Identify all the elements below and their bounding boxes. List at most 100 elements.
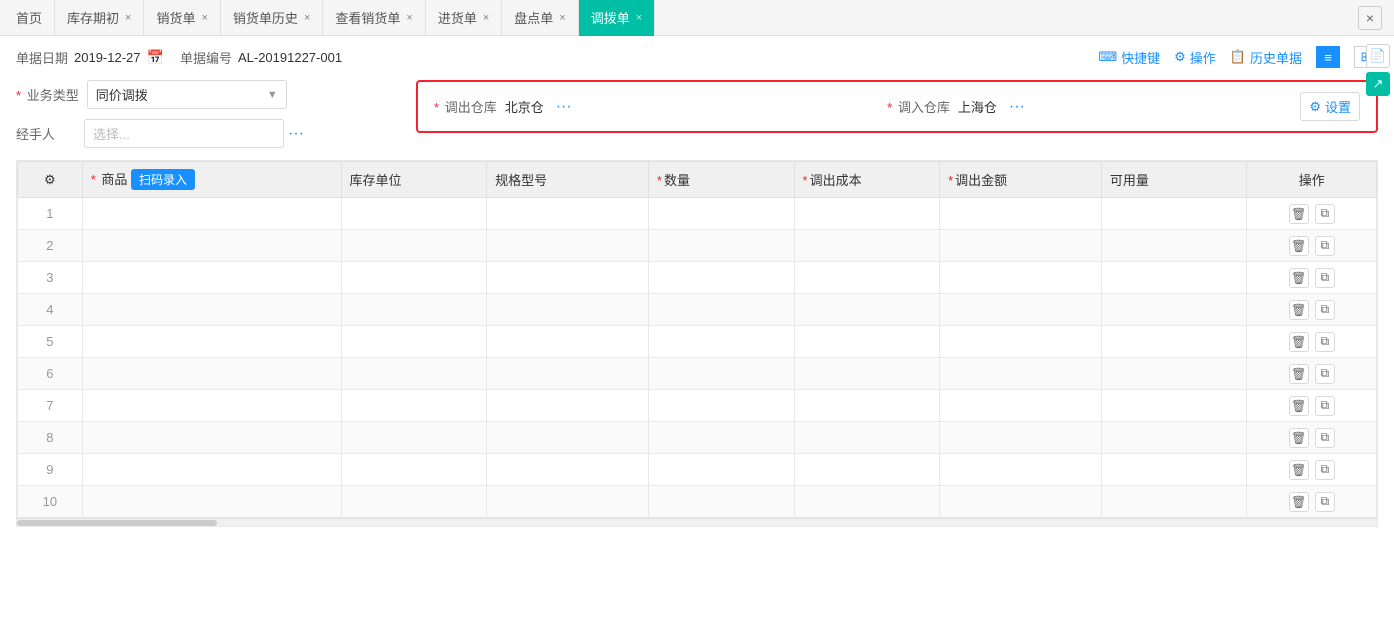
table-cell[interactable] [1101, 422, 1247, 454]
tab-close-sales-order[interactable]: × [201, 12, 207, 24]
table-cell[interactable] [794, 422, 940, 454]
table-cell[interactable] [648, 422, 794, 454]
table-cell[interactable] [940, 262, 1102, 294]
tab-close-sales-history[interactable]: × [304, 12, 310, 24]
table-cell[interactable] [1101, 294, 1247, 326]
history-btn[interactable]: 📋 历史单据 [1230, 48, 1302, 67]
tab-inventory-init[interactable]: 库存期初 × [55, 0, 144, 36]
tab-transfer[interactable]: 调拨单 × [579, 0, 655, 36]
copy-row-button[interactable]: ⧉ [1315, 332, 1335, 352]
horizontal-scrollbar[interactable] [17, 518, 1377, 526]
table-cell[interactable] [940, 390, 1102, 422]
delete-row-button[interactable]: 🗑 [1289, 204, 1309, 224]
table-cell[interactable] [487, 454, 649, 486]
table-cell[interactable] [341, 230, 487, 262]
table-cell[interactable] [1101, 262, 1247, 294]
table-cell[interactable] [940, 454, 1102, 486]
copy-row-button[interactable]: ⧉ [1315, 236, 1335, 256]
table-cell[interactable] [82, 390, 341, 422]
table-cell[interactable] [487, 390, 649, 422]
copy-row-button[interactable]: ⧉ [1315, 492, 1335, 512]
table-cell[interactable] [794, 262, 940, 294]
tab-sales-history[interactable]: 销货单历史 × [221, 0, 323, 36]
delete-row-button[interactable]: 🗑 [1289, 300, 1309, 320]
table-cell[interactable] [487, 230, 649, 262]
table-cell[interactable] [341, 390, 487, 422]
tab-stocktake[interactable]: 盘点单 × [502, 0, 578, 36]
table-cell[interactable] [1101, 454, 1247, 486]
table-cell[interactable] [341, 294, 487, 326]
table-cell[interactable] [341, 422, 487, 454]
side-doc-btn[interactable]: 📄 [1366, 44, 1390, 68]
table-cell[interactable] [940, 294, 1102, 326]
table-cell[interactable] [794, 198, 940, 230]
table-cell[interactable] [82, 230, 341, 262]
table-cell[interactable] [794, 390, 940, 422]
delete-row-button[interactable]: 🗑 [1289, 460, 1309, 480]
table-cell[interactable] [794, 230, 940, 262]
table-cell[interactable] [82, 454, 341, 486]
table-cell[interactable] [341, 262, 487, 294]
copy-row-button[interactable]: ⧉ [1315, 300, 1335, 320]
table-cell[interactable] [82, 262, 341, 294]
table-cell[interactable] [648, 294, 794, 326]
table-cell[interactable] [648, 262, 794, 294]
th-gear[interactable]: ⚙ [18, 162, 83, 198]
table-cell[interactable] [487, 486, 649, 518]
delete-row-button[interactable]: 🗑 [1289, 364, 1309, 384]
table-cell[interactable] [82, 486, 341, 518]
delete-row-button[interactable]: 🗑 [1289, 268, 1309, 288]
table-cell[interactable] [1101, 326, 1247, 358]
table-cell[interactable] [648, 454, 794, 486]
table-cell[interactable] [794, 294, 940, 326]
delete-row-button[interactable]: 🗑 [1289, 428, 1309, 448]
table-cell[interactable] [82, 198, 341, 230]
table-cell[interactable] [341, 198, 487, 230]
table-cell[interactable] [487, 262, 649, 294]
delete-row-button[interactable]: 🗑 [1289, 332, 1309, 352]
layout-btn-1[interactable]: ≡ [1316, 46, 1340, 68]
tab-close-transfer[interactable]: × [636, 12, 642, 24]
table-cell[interactable] [82, 422, 341, 454]
tab-sales-order[interactable]: 销货单 × [144, 0, 220, 36]
actions-btn[interactable]: ⚙ 操作 [1174, 48, 1216, 67]
table-cell[interactable] [940, 198, 1102, 230]
window-close-button[interactable]: × [1358, 6, 1382, 30]
tab-purchase[interactable]: 进货单 × [426, 0, 502, 36]
table-cell[interactable] [648, 486, 794, 518]
delete-row-button[interactable]: 🗑 [1289, 236, 1309, 256]
table-cell[interactable] [1101, 198, 1247, 230]
table-cell[interactable] [940, 230, 1102, 262]
copy-row-button[interactable]: ⧉ [1315, 460, 1335, 480]
table-cell[interactable] [82, 294, 341, 326]
table-cell[interactable] [487, 198, 649, 230]
copy-row-button[interactable]: ⧉ [1315, 396, 1335, 416]
table-cell[interactable] [648, 230, 794, 262]
table-cell[interactable] [1101, 358, 1247, 390]
table-cell[interactable] [648, 390, 794, 422]
tab-close-view-sales[interactable]: × [406, 12, 412, 24]
business-type-select[interactable]: 同价调拨 ▼ [87, 80, 287, 109]
side-export-btn[interactable]: ↗ [1366, 72, 1390, 96]
table-cell[interactable] [1101, 486, 1247, 518]
table-cell[interactable] [487, 422, 649, 454]
table-cell[interactable] [940, 486, 1102, 518]
tab-close-purchase[interactable]: × [483, 12, 489, 24]
table-cell[interactable] [940, 326, 1102, 358]
copy-row-button[interactable]: ⧉ [1315, 204, 1335, 224]
tab-view-sales[interactable]: 查看销货单 × [323, 0, 425, 36]
scan-entry-button[interactable]: 扫码录入 [131, 169, 195, 190]
out-warehouse-more-btn[interactable]: ··· [552, 98, 576, 116]
copy-row-button[interactable]: ⧉ [1315, 364, 1335, 384]
copy-row-button[interactable]: ⧉ [1315, 268, 1335, 288]
shortcuts-btn[interactable]: ⌨ 快捷键 [1098, 48, 1160, 67]
handler-more-btn[interactable]: ··· [284, 125, 308, 143]
in-warehouse-more-btn[interactable]: ··· [1005, 98, 1029, 116]
table-cell[interactable] [648, 358, 794, 390]
handler-select[interactable]: 选择... [84, 119, 284, 148]
table-cell[interactable] [940, 358, 1102, 390]
settings-btn[interactable]: ⚙ 设置 [1300, 92, 1360, 121]
table-cell[interactable] [794, 326, 940, 358]
table-cell[interactable] [794, 358, 940, 390]
table-cell[interactable] [82, 358, 341, 390]
